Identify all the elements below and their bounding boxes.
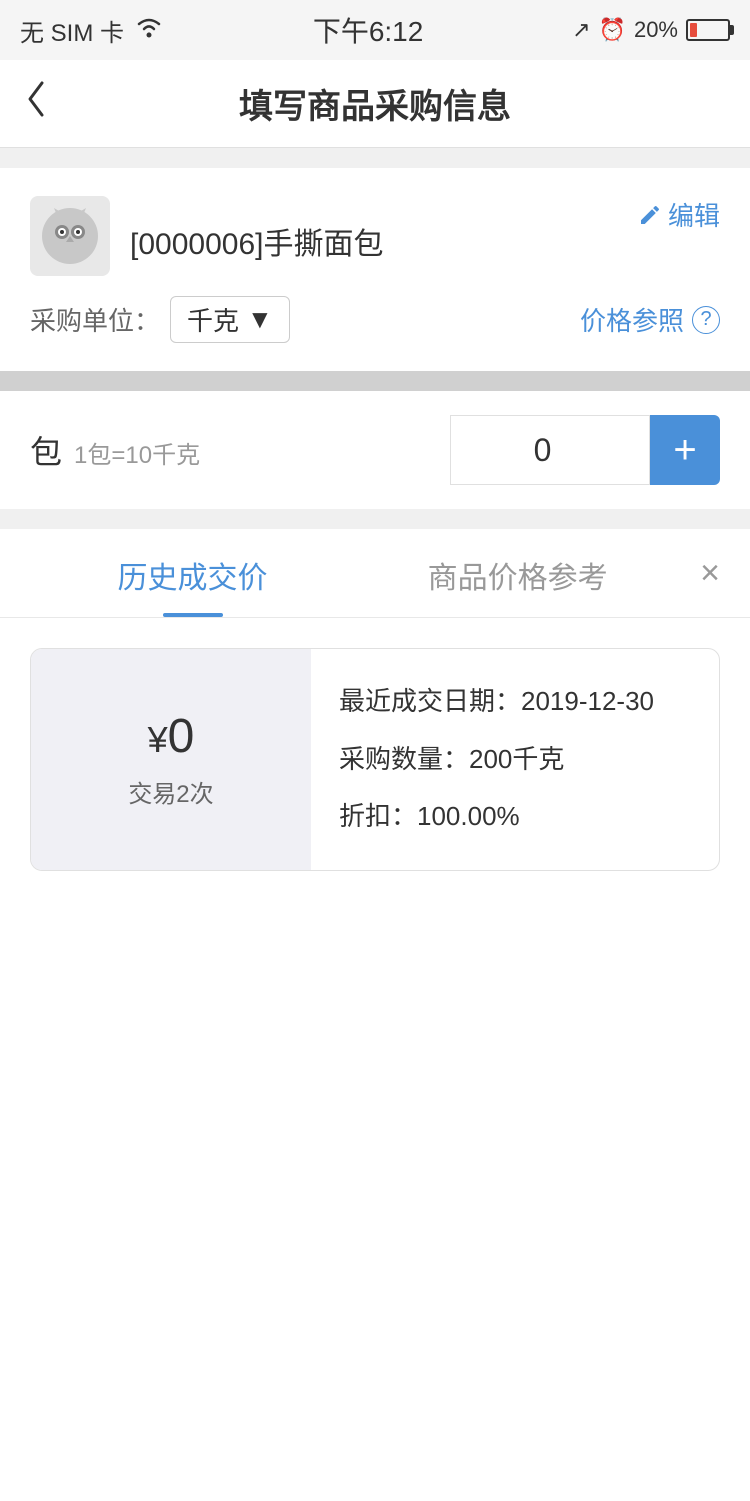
alarm-icon: ⏰ [599, 17, 626, 43]
status-left: 无 SIM 卡 [20, 13, 164, 48]
quantity-unit: 包 [30, 427, 62, 473]
help-icon[interactable]: ? [692, 306, 720, 334]
tab-price-ref[interactable]: 商品价格参考 [355, 529, 680, 617]
carrier-label: 无 SIM 卡 [20, 13, 124, 48]
quantity-input-group: + [450, 415, 720, 485]
status-bar: 无 SIM 卡 下午6:12 ↗ ⏰ 20% [0, 0, 750, 60]
product-card: [0000006]手撕面包 编辑 采购单位： 千克 ▼ 价格参照 ? [0, 168, 750, 371]
page-title: 填写商品采购信息 [239, 79, 511, 128]
product-info: [0000006]手撕面包 [130, 209, 383, 263]
product-unit-row: 采购单位： 千克 ▼ 价格参照 ? [30, 296, 720, 343]
wifi-icon [134, 16, 164, 45]
battery-icon [686, 19, 730, 41]
status-time: 下午6:12 [313, 10, 424, 50]
gps-icon: ↗ [572, 17, 590, 43]
tab-panel: 历史成交价 商品价格参考 × ¥0 交易2次 最近成交日期：2019-12-30… [0, 529, 750, 901]
trade-count: 交易2次 [128, 774, 213, 809]
price-card-right: 最近成交日期：2019-12-30 采购数量：200千克 折扣：100.00% [311, 649, 719, 870]
status-right: ↗ ⏰ 20% [572, 17, 730, 43]
quantity-label: 包 1包=10千克 [30, 427, 200, 473]
price-ref-button[interactable]: 价格参照 ? [580, 301, 720, 338]
quantity-conversion: 1包=10千克 [74, 435, 200, 470]
quantity-plus-button[interactable]: + [650, 415, 720, 485]
section-divider [0, 371, 750, 391]
product-thumbnail [30, 196, 110, 276]
product-left: [0000006]手撕面包 [30, 196, 383, 276]
price-card: ¥0 交易2次 最近成交日期：2019-12-30 采购数量：200千克 折扣：… [30, 648, 720, 871]
product-name: [0000006]手撕面包 [130, 219, 383, 263]
product-header: [0000006]手撕面包 编辑 [30, 196, 720, 276]
unit-label: 采购单位： 千克 ▼ [30, 296, 290, 343]
tab-header: 历史成交价 商品价格参考 × [0, 529, 750, 618]
price-amount: ¥0 [148, 709, 195, 764]
last-trade-date-row: 最近成交日期：2019-12-30 [339, 681, 691, 723]
battery-percent: 20% [634, 17, 678, 43]
tab-history-price[interactable]: 历史成交价 [30, 529, 355, 617]
bottom-space [0, 901, 750, 1501]
discount-row: 折扣：100.00% [339, 796, 691, 838]
quantity-row: 包 1包=10千克 + [0, 391, 750, 509]
tab-content-history: ¥0 交易2次 最近成交日期：2019-12-30 采购数量：200千克 折扣：… [0, 618, 750, 901]
tab-close-button[interactable]: × [680, 544, 720, 603]
unit-select[interactable]: 千克 ▼ [170, 296, 290, 343]
quantity-input[interactable] [450, 415, 650, 485]
edit-button[interactable]: 编辑 [638, 196, 720, 233]
dropdown-icon: ▼ [247, 304, 273, 335]
purchase-qty-row: 采购数量：200千克 [339, 739, 691, 781]
back-button[interactable] [24, 79, 48, 128]
nav-bar: 填写商品采购信息 [0, 60, 750, 148]
price-card-left: ¥0 交易2次 [31, 649, 311, 870]
